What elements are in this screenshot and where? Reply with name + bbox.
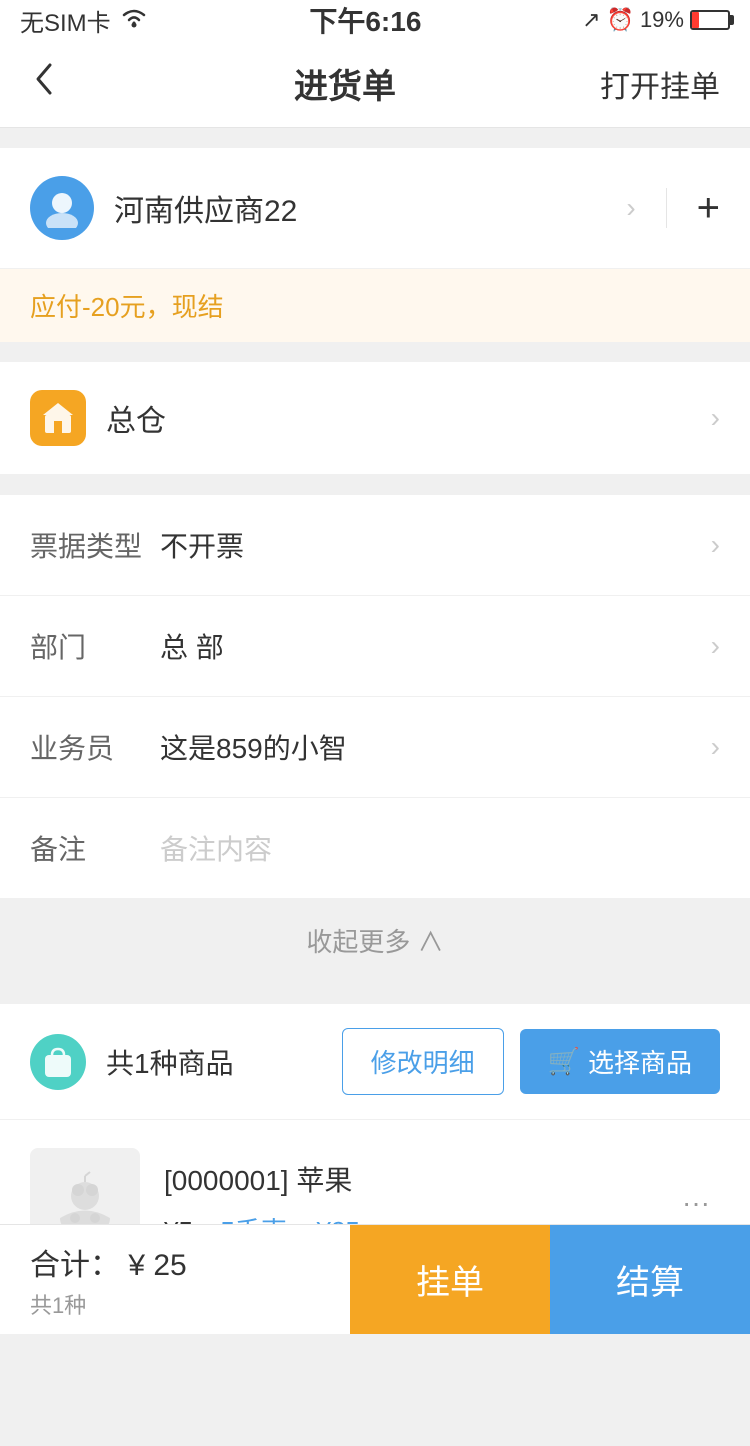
- chevron-right-icon: ›: [626, 192, 635, 224]
- warehouse-name: 总仓: [106, 396, 711, 440]
- salesperson-value: 这是859的小智: [160, 727, 711, 767]
- supplier-row[interactable]: 河南供应商22 › +: [0, 148, 750, 269]
- section-gap-2: [0, 342, 750, 362]
- note-label: 备注: [30, 828, 160, 868]
- dept-chevron-icon: ›: [711, 630, 720, 662]
- total-label: 合计：: [30, 1249, 120, 1282]
- edit-detail-button[interactable]: 修改明细: [342, 1028, 504, 1095]
- checkout-button[interactable]: 结算: [550, 1225, 750, 1334]
- cart-icon: 🛒: [548, 1046, 580, 1077]
- product-bag-icon: [30, 1034, 86, 1090]
- total-section: 合计： ¥ 25 共1种: [0, 1225, 350, 1334]
- warehouse-chevron-icon: ›: [711, 402, 720, 434]
- note-row[interactable]: 备注 备注内容: [0, 797, 750, 898]
- invoice-value: 不开票: [160, 525, 711, 565]
- battery-icon: [690, 10, 730, 30]
- salesperson-row[interactable]: 业务员 这是859的小智 ›: [0, 696, 750, 797]
- product-count: 共1种商品: [106, 1042, 342, 1082]
- salesperson-label: 业务员: [30, 727, 160, 767]
- warehouse-row[interactable]: 总仓 ›: [0, 362, 750, 474]
- supplier-name: 河南供应商22: [114, 186, 626, 230]
- notice-row: 应付-20元，现结: [0, 269, 750, 342]
- add-supplier-button[interactable]: +: [697, 186, 720, 231]
- hang-order-button[interactable]: 挂单: [350, 1225, 550, 1334]
- page-title: 进货单: [294, 59, 396, 108]
- carrier-text: 无SIM卡: [20, 3, 111, 38]
- nav-bar: 进货单 打开挂单: [0, 40, 750, 128]
- note-placeholder: 备注内容: [160, 828, 720, 868]
- status-left: 无SIM卡: [20, 3, 149, 38]
- status-right: ↗ ⏰ 19%: [582, 7, 730, 33]
- product-code: [0000001]: [164, 1165, 289, 1196]
- alarm-icon: ⏰: [607, 7, 634, 33]
- product-name: [0000001] 苹果: [164, 1159, 672, 1199]
- open-pending-button[interactable]: 打开挂单: [600, 62, 720, 106]
- wifi-icon: [119, 6, 149, 35]
- battery-percent: 19%: [640, 7, 684, 33]
- warehouse-section: 总仓 ›: [0, 362, 750, 474]
- section-gap-4: [0, 983, 750, 1003]
- dept-label: 部门: [30, 626, 160, 666]
- total-sub-count: 共1种: [30, 1288, 320, 1320]
- dept-row[interactable]: 部门 总 部 ›: [0, 595, 750, 696]
- total-amount: ¥ 25: [128, 1249, 186, 1282]
- invoice-chevron-icon: ›: [711, 529, 720, 561]
- section-gap-1: [0, 128, 750, 148]
- section-gap-3: [0, 474, 750, 494]
- invoice-label: 票据类型: [30, 525, 160, 565]
- dept-value: 总 部: [160, 626, 711, 666]
- form-section: 票据类型 不开票 › 部门 总 部 › 业务员 这是859的小智 › 备注 备注…: [0, 494, 750, 898]
- more-options-button[interactable]: ···: [672, 1177, 720, 1229]
- collapse-button[interactable]: 收起更多 ∧: [0, 898, 750, 983]
- supplier-section: 河南供应商22 › + 应付-20元，现结: [0, 148, 750, 342]
- status-time: 下午6:16: [309, 0, 421, 40]
- invoice-row[interactable]: 票据类型 不开票 ›: [0, 494, 750, 595]
- select-product-button[interactable]: 🛒 选择商品: [520, 1029, 720, 1094]
- warehouse-icon: [30, 390, 86, 446]
- collapse-text: 收起更多 ∧: [306, 922, 443, 959]
- salesperson-chevron-icon: ›: [711, 731, 720, 763]
- total-amount-row: 合计： ¥ 25: [30, 1240, 320, 1284]
- bottom-bar: 合计： ¥ 25 共1种 挂单 结算: [0, 1224, 750, 1334]
- notice-text: 应付-20元，现结: [30, 292, 224, 322]
- vertical-divider: [666, 188, 667, 228]
- product-header: 共1种商品 修改明细 🛒 选择商品: [0, 1003, 750, 1119]
- back-button[interactable]: [30, 57, 90, 110]
- status-bar: 无SIM卡 下午6:16 ↗ ⏰ 19%: [0, 0, 750, 40]
- supplier-avatar: [30, 176, 94, 240]
- location-icon: ↗: [582, 7, 600, 33]
